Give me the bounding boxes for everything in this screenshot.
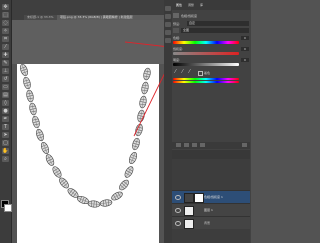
history-icon[interactable] [165, 6, 171, 11]
layer-thumbnail [184, 206, 194, 216]
tab-properties[interactable]: 属性 [176, 3, 182, 7]
layers-panel: 色相/饱和度 1 图层 1 背景 [172, 150, 250, 243]
view-previous-icon[interactable] [184, 143, 189, 147]
layer-mask-thumbnail [194, 193, 204, 203]
preset-label: 预设: [173, 22, 181, 26]
properties-panel-header: 属性 调整 库 [172, 0, 250, 10]
colorize-checkbox[interactable] [198, 71, 203, 76]
lightness-slider[interactable] [173, 63, 239, 66]
layer-row[interactable]: 色相/饱和度 1 [172, 190, 250, 203]
panel-bottom-icons [172, 142, 250, 149]
adjustment-title: 色相/饱和度 [181, 14, 198, 18]
channel-select[interactable]: 全图 [181, 28, 249, 33]
hue-slider[interactable] [173, 41, 239, 44]
panel-icon-strip [164, 0, 172, 243]
lightness-label: 明度: [173, 58, 181, 62]
layer-row[interactable]: 背景 [172, 216, 250, 229]
eye-icon[interactable] [175, 221, 181, 226]
tab-libraries[interactable]: 库 [200, 3, 203, 7]
clip-icon[interactable] [176, 143, 181, 147]
adjustment-icon [173, 13, 179, 18]
hue-label: 色相: [173, 36, 181, 40]
colorize-label: 着色 [204, 71, 211, 75]
hand-adjust-icon[interactable] [173, 28, 179, 33]
eyedropper-minus-icon[interactable]: ⁄ [189, 70, 193, 75]
swatches-icon[interactable] [165, 14, 171, 19]
layer-row[interactable]: 图层 1 [172, 203, 250, 216]
lightness-value-field[interactable]: 0 [241, 58, 249, 62]
layer-thumbnail [184, 219, 194, 229]
eye-icon[interactable] [175, 208, 181, 213]
layer-name: 图层 1 [204, 208, 213, 212]
layers-toolbar [172, 150, 250, 159]
visibility-icon[interactable] [200, 143, 205, 147]
eyedropper-plus-icon[interactable]: ⁄ [182, 70, 186, 75]
adjustment-layer-thumbnail [184, 193, 194, 203]
preset-select[interactable]: 自定 [187, 21, 249, 26]
hue-saturation-properties: 色相/饱和度 预设: 自定 全图 色相: 0 饱和度: 0 明度: 0 ⁄ ⁄ … [173, 13, 249, 83]
saturation-label: 饱和度: [173, 47, 184, 51]
layers-options [172, 160, 250, 168]
eye-icon[interactable] [175, 195, 181, 200]
brush-settings-icon[interactable] [165, 22, 171, 27]
saturation-slider[interactable] [173, 52, 239, 55]
eyedropper-icon[interactable]: ⁄ [175, 70, 179, 75]
layer-name: 背景 [204, 221, 211, 225]
layer-name: 色相/饱和度 1 [204, 195, 223, 199]
reset-icon[interactable] [192, 143, 197, 147]
color-bar-bottom [173, 81, 239, 83]
character-icon[interactable] [165, 30, 171, 35]
saturation-value-field[interactable]: 0 [241, 47, 249, 51]
trash-icon[interactable] [242, 143, 247, 147]
paragraph-icon[interactable] [165, 38, 171, 43]
color-bar-top [173, 78, 239, 80]
hue-value-field[interactable]: 0 [241, 36, 249, 40]
tab-adjustments[interactable]: 调整 [188, 3, 194, 7]
